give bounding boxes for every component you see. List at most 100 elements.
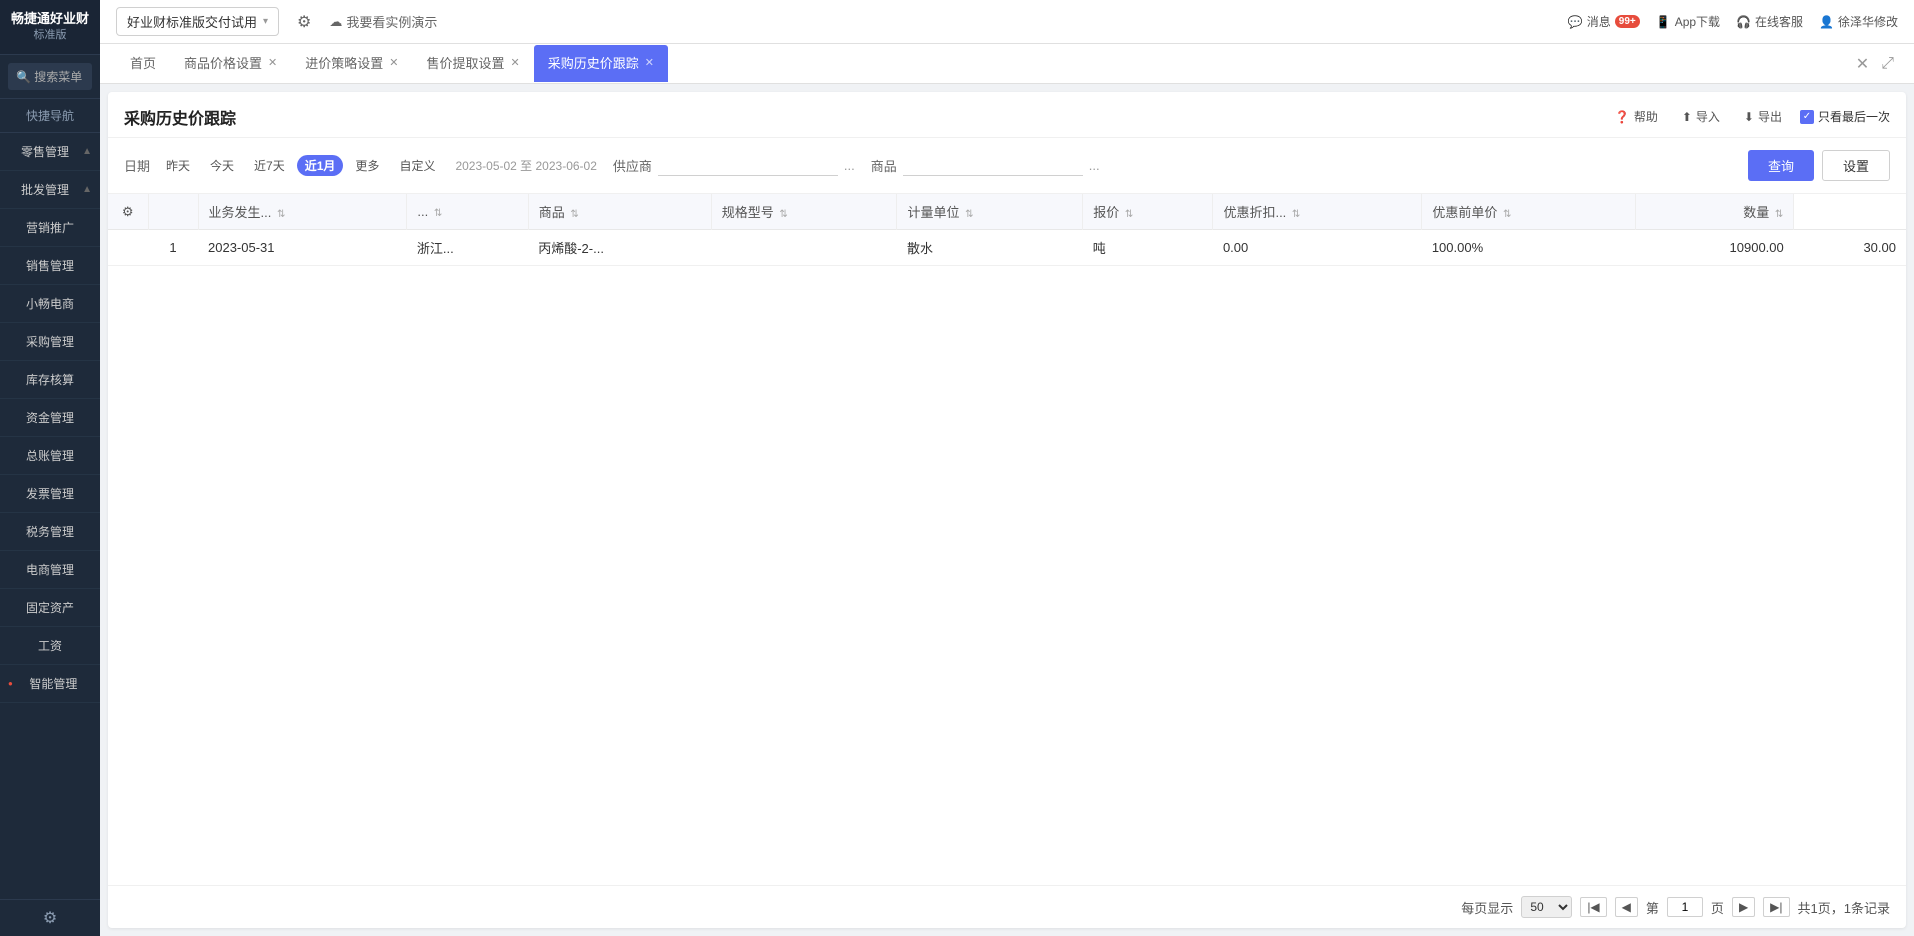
checkbox-checked-icon: ✓: [1800, 110, 1814, 124]
col-header-quantity[interactable]: 数量 ⇅: [1635, 194, 1793, 230]
filter-actions: 查询 设置: [1748, 150, 1890, 181]
sidebar-item-smart[interactable]: 智能管理: [0, 665, 100, 703]
col-header-settings[interactable]: ⚙: [108, 194, 148, 230]
sidebar-item-marketing[interactable]: 营销推广: [0, 209, 100, 247]
settings-button[interactable]: 设置: [1822, 150, 1890, 181]
date-btn-custom[interactable]: 自定义: [391, 155, 443, 176]
sort-icon: ⇅: [434, 208, 442, 219]
date-filter-group: 日期 昨天 今天 近7天 近1月 更多 自定义 2023-05-02 至 202…: [124, 155, 597, 176]
page-last-button[interactable]: ▶|: [1763, 897, 1789, 917]
tab-home[interactable]: 首页: [116, 45, 170, 82]
sidebar-item-marketing-label: 营销推广: [8, 219, 92, 236]
col-header-unit[interactable]: 计量单位 ⇅: [897, 194, 1083, 230]
sidebar-item-tax[interactable]: 税务管理: [0, 513, 100, 551]
date-btn-yesterday[interactable]: 昨天: [158, 155, 198, 176]
col-header-discount[interactable]: 优惠折扣... ⇅: [1213, 194, 1422, 230]
version-selector[interactable]: 好业财标准版交付试用 ▾: [116, 7, 279, 36]
topbar-settings-button[interactable]: ⚙: [289, 8, 319, 36]
online-service-button[interactable]: 🎧 在线客服: [1736, 13, 1803, 30]
tab-sale-price-label: 售价提取设置: [426, 53, 504, 72]
tab-purchase-history[interactable]: 采购历史价跟踪 ✕: [534, 45, 668, 82]
tab-purchase-history-label: 采购历史价跟踪: [548, 53, 639, 72]
page-unit: 页: [1711, 898, 1724, 917]
col-header-pre-discount[interactable]: 优惠前单价 ⇅: [1422, 194, 1636, 230]
date-btn-today[interactable]: 今天: [202, 155, 242, 176]
headset-icon: 🎧: [1736, 15, 1751, 29]
close-icon[interactable]: ✕: [389, 56, 398, 69]
help-button[interactable]: ❓ 帮助: [1609, 104, 1664, 129]
page-prev-button[interactable]: ◀: [1615, 897, 1638, 917]
supplier-ellipsis[interactable]: ...: [844, 158, 855, 173]
col-header-col3[interactable]: ... ⇅: [407, 194, 528, 230]
sidebar-item-sales[interactable]: 销售管理: [0, 247, 100, 285]
version-selector-label: 好业财标准版交付试用: [127, 12, 257, 31]
search-menu-button[interactable]: 🔍 搜索菜单: [8, 63, 92, 90]
export-button[interactable]: ⬇ 导出: [1738, 104, 1788, 129]
page-first-button[interactable]: |◀: [1580, 897, 1606, 917]
row-settings[interactable]: [108, 230, 148, 266]
sort-icon: ⇅: [1775, 209, 1783, 220]
col-header-index: [148, 194, 198, 230]
sidebar-item-invoice[interactable]: 发票管理: [0, 475, 100, 513]
date-btn-more[interactable]: 更多: [347, 155, 387, 176]
sidebar-item-wholesale[interactable]: 批发管理 ▲: [0, 171, 100, 209]
table-row: 1 2023-05-31 浙江... 丙烯酸-2-... 散水 吨 0.00 1…: [108, 230, 1906, 266]
sidebar-item-finance-label: 资金管理: [8, 409, 92, 426]
date-btn-7days[interactable]: 近7天: [246, 155, 293, 176]
sidebar-item-retail[interactable]: 零售管理 ▲: [0, 133, 100, 171]
sidebar-item-ecommerce[interactable]: 电商管理: [0, 551, 100, 589]
row-pre-discount-price: 10900.00: [1635, 230, 1793, 266]
tab-purchase-strategy[interactable]: 进价策略设置 ✕: [291, 45, 412, 82]
quick-nav-button[interactable]: 快捷导航: [0, 99, 100, 133]
settings-icon[interactable]: ⚙: [43, 910, 57, 927]
sidebar-item-payroll[interactable]: 工资: [0, 627, 100, 665]
page-label: 第: [1646, 898, 1659, 917]
sidebar-item-retail-label: 零售管理: [8, 143, 82, 160]
per-page-label: 每页显示: [1461, 898, 1513, 917]
sidebar-item-inventory[interactable]: 库存核算: [0, 361, 100, 399]
message-badge: 99+: [1615, 15, 1640, 28]
sidebar-item-finance[interactable]: 资金管理: [0, 399, 100, 437]
page-next-button[interactable]: ▶: [1732, 897, 1755, 917]
close-panel-button[interactable]: ✕: [1852, 52, 1873, 76]
per-page-select[interactable]: 50 100 200: [1521, 896, 1572, 918]
sidebar-item-accounting[interactable]: 总账管理: [0, 437, 100, 475]
row-price-unit: 吨: [1083, 230, 1213, 266]
topbar-right: 💬 消息 99+ 📱 App下载 🎧 在线客服 👤 徐泽华修改: [1568, 13, 1898, 30]
sort-icon: ⇅: [277, 209, 285, 220]
user-profile-button[interactable]: 👤 徐泽华修改: [1819, 13, 1898, 30]
close-icon[interactable]: ✕: [511, 56, 520, 69]
col-header-date[interactable]: 业务发生... ⇅: [198, 194, 407, 230]
sidebar-item-ecommerce-small-label: 小畅电商: [8, 295, 92, 312]
sidebar-item-purchase-label: 采购管理: [8, 333, 92, 350]
import-button[interactable]: ⬆ 导入: [1676, 104, 1726, 129]
date-btn-1month[interactable]: 近1月: [297, 155, 344, 176]
only-last-checkbox[interactable]: ✓ 只看最后一次: [1800, 108, 1890, 125]
sidebar-item-assets[interactable]: 固定资产: [0, 589, 100, 627]
sidebar-item-ecommerce-small[interactable]: 小畅电商: [0, 285, 100, 323]
close-icon[interactable]: ✕: [645, 56, 654, 69]
supplier-input[interactable]: [658, 156, 838, 176]
page-actions: ❓ 帮助 ⬆ 导入 ⬇ 导出 ✓ 只看最后一次: [1609, 104, 1890, 129]
col-header-price[interactable]: 报价 ⇅: [1083, 194, 1213, 230]
maximize-panel-button[interactable]: ⤢: [1877, 53, 1898, 75]
message-button[interactable]: 💬 消息 99+: [1568, 13, 1640, 30]
page-number-input[interactable]: [1667, 897, 1703, 917]
message-icon: 💬: [1568, 15, 1583, 29]
row-quoted-price: 0.00: [1213, 230, 1422, 266]
col-header-spec[interactable]: 规格型号 ⇅: [711, 194, 897, 230]
demo-link[interactable]: ☁ 我要看实例演示: [329, 12, 437, 31]
query-button[interactable]: 查询: [1748, 150, 1814, 181]
product-ellipsis[interactable]: ...: [1089, 158, 1100, 173]
sidebar-item-purchase[interactable]: 采购管理: [0, 323, 100, 361]
close-icon[interactable]: ✕: [268, 56, 277, 69]
app-logo: 畅捷通好业财 标准版: [0, 0, 100, 55]
app-download-button[interactable]: 📱 App下载: [1656, 13, 1720, 30]
tab-price[interactable]: 商品价格设置 ✕: [170, 45, 291, 82]
col-header-product[interactable]: 商品 ⇅: [528, 194, 711, 230]
tab-sale-price[interactable]: 售价提取设置 ✕: [412, 45, 533, 82]
app-download-label: App下载: [1675, 13, 1720, 30]
product-input[interactable]: [903, 156, 1083, 176]
tab-home-label: 首页: [130, 53, 156, 72]
row-product: 丙烯酸-2-...: [528, 230, 711, 266]
